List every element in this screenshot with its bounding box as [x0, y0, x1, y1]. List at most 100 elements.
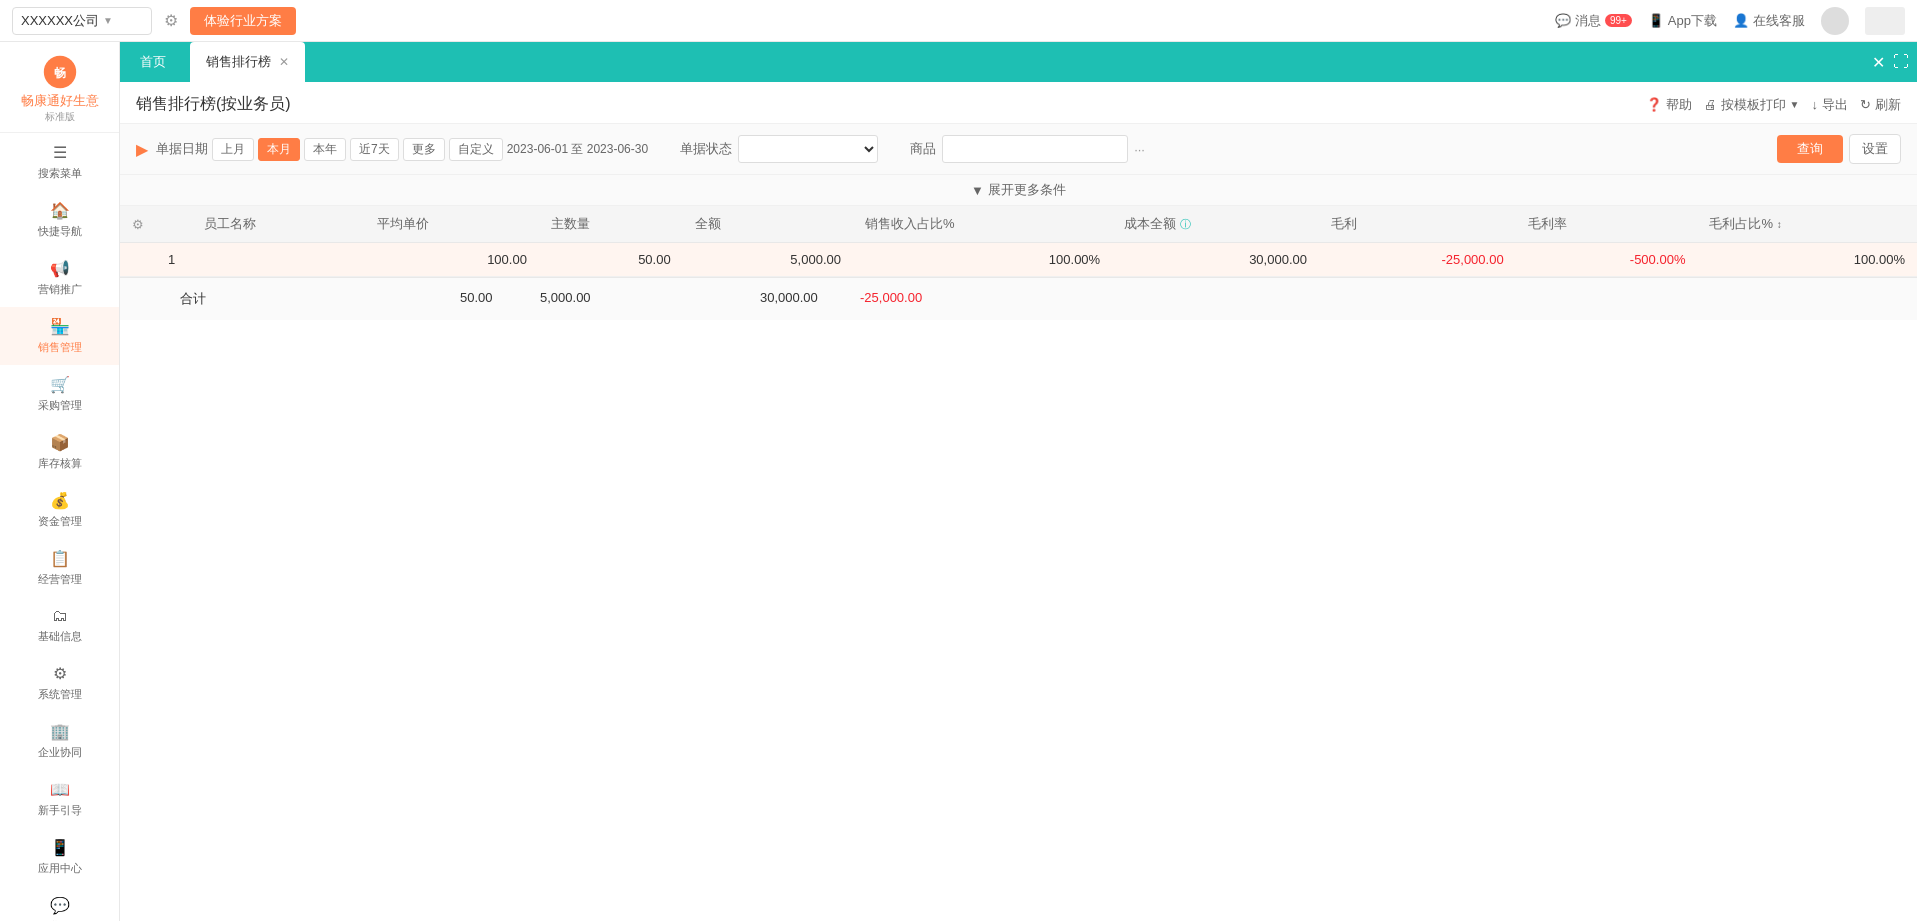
footer-amount: 5,000.00 [528, 286, 628, 312]
corp-label: 企业协同 [38, 745, 82, 760]
query-button[interactable]: 查询 [1777, 135, 1843, 163]
message-badge: 99+ [1605, 14, 1632, 27]
sidebar-item-sales[interactable]: 🏪 销售管理 [0, 307, 119, 365]
sidebar-item-wechat[interactable]: 💬 企业微信 [0, 886, 119, 921]
col-sales-pct: 销售收入占比% [853, 206, 1112, 243]
filter-row-1: ▶ 单据日期 上月 本月 本年 近7天 更多 自定义 2023-06-01 至 … [136, 134, 1901, 164]
print-label: 按模板打印 [1721, 96, 1786, 114]
status-select[interactable] [738, 135, 878, 163]
ops-icon: 📋 [50, 549, 70, 568]
message-icon: 💬 [1555, 13, 1571, 28]
purchase-label: 采购管理 [38, 398, 82, 413]
footer-avg [348, 286, 448, 312]
expand-conditions-row: ▼ 展开更多条件 [120, 175, 1917, 206]
expand-down-icon: ▼ [971, 183, 984, 198]
tab-close-icon[interactable]: ✕ [279, 55, 289, 69]
sidebar-item-inventory[interactable]: 📦 库存核算 [0, 423, 119, 481]
sidebar-item-system[interactable]: ⚙ 系统管理 [0, 654, 119, 712]
date-btn-custom[interactable]: 自定义 [449, 138, 503, 161]
goods-more-icon[interactable]: ··· [1134, 142, 1145, 157]
export-label: 导出 [1822, 96, 1848, 114]
tab-sales-ranking[interactable]: 销售排行榜 ✕ [190, 42, 305, 82]
filter-settings-button[interactable]: 设置 [1849, 134, 1901, 164]
top-bar: XXXXXX公司 ▼ ⚙ 体验行业方案 💬 消息 99+ 📱 App下载 👤 在… [0, 0, 1917, 42]
expand-arrow-icon[interactable]: ▶ [136, 140, 148, 159]
sidebar-item-quick-nav[interactable]: 🏠 快捷导航 [0, 191, 119, 249]
messages-button[interactable]: 💬 消息 99+ [1555, 12, 1632, 30]
date-filter-label: 单据日期 [156, 140, 208, 158]
sidebar: 畅 畅康通好生意 标准版 ☰ 搜索菜单 🏠 快捷导航 📢 营销推广 🏪 销售管理… [0, 42, 120, 921]
tab-minimize-icon[interactable]: ✕ [1872, 53, 1885, 72]
goods-input[interactable] [942, 135, 1128, 163]
sidebar-item-finance[interactable]: 💰 资金管理 [0, 481, 119, 539]
footer-cells: 合计 50.00 5,000.00 30,000.00 -25,000.00 [132, 286, 1905, 312]
company-selector[interactable]: XXXXXX公司 ▼ [12, 7, 152, 35]
tab-home[interactable]: 首页 [120, 42, 186, 82]
sidebar-item-marketing[interactable]: 📢 营销推广 [0, 249, 119, 307]
logo-icon: 畅 [42, 54, 78, 90]
date-btn-more[interactable]: 更多 [403, 138, 445, 161]
col-profit-rate: 毛利率 [1516, 206, 1698, 243]
row-profit-pct: 100.00% [1697, 243, 1917, 277]
row-gear [120, 243, 156, 277]
app-icon: 📱 [1648, 13, 1664, 28]
sidebar-item-guide[interactable]: 📖 新手引导 [0, 770, 119, 828]
row-name [192, 243, 365, 277]
export-button[interactable]: ↓ 导出 [1812, 96, 1849, 114]
print-icon: 🖨 [1704, 97, 1717, 112]
sales-icon: 🏪 [50, 317, 70, 336]
date-btn-last-month[interactable]: 上月 [212, 138, 254, 161]
filter-action-area: 查询 设置 [1777, 134, 1901, 164]
settings-icon[interactable]: ⚙ [160, 7, 182, 34]
print-arrow-icon: ▼ [1790, 99, 1800, 110]
sidebar-item-corp[interactable]: 🏢 企业协同 [0, 712, 119, 770]
status-filter: 单据状态 [680, 135, 878, 163]
tab-home-label: 首页 [140, 53, 166, 71]
sidebar-item-ops[interactable]: 📋 经营管理 [0, 539, 119, 597]
date-btn-this-year[interactable]: 本年 [304, 138, 346, 161]
sidebar-item-appstore[interactable]: 📱 应用中心 [0, 828, 119, 886]
basic-icon: 🗂 [52, 607, 68, 625]
export-icon: ↓ [1812, 97, 1819, 112]
online-service-button[interactable]: 👤 在线客服 [1733, 12, 1805, 30]
tab-bar: 首页 销售排行榜 ✕ ✕ ⛶ [120, 42, 1917, 82]
goods-label: 商品 [910, 140, 936, 158]
tab-fullscreen-icon[interactable]: ⛶ [1893, 53, 1909, 71]
col-amount: 全额 [683, 206, 853, 243]
user-info[interactable] [1865, 7, 1905, 35]
service-label: 在线客服 [1753, 12, 1805, 30]
col-settings[interactable]: ⚙ [120, 206, 156, 243]
sidebar-item-search-order[interactable]: ☰ 搜索菜单 [0, 133, 119, 191]
appstore-icon: 📱 [50, 838, 70, 857]
row-rank: 1 [156, 243, 192, 277]
finance-label: 资金管理 [38, 514, 82, 529]
col-qty: 主数量 [539, 206, 683, 243]
date-btn-this-month[interactable]: 本月 [258, 138, 300, 161]
sidebar-item-purchase[interactable]: 🛒 采购管理 [0, 365, 119, 423]
company-name: XXXXXX公司 [21, 12, 99, 30]
message-label: 消息 [1575, 12, 1601, 30]
print-button[interactable]: 🖨 按模板打印 ▼ [1704, 96, 1800, 114]
content-area: 首页 销售排行榜 ✕ ✕ ⛶ 销售排行榜(按业务员) ❓ 帮助 [120, 42, 1917, 921]
refresh-icon: ↻ [1860, 97, 1871, 112]
guide-icon: 📖 [50, 780, 70, 799]
trial-button[interactable]: 体验行业方案 [190, 7, 296, 35]
guide-label: 新手引导 [38, 803, 82, 818]
system-label: 系统管理 [38, 687, 82, 702]
help-button[interactable]: ❓ 帮助 [1646, 96, 1692, 114]
logo-title: 畅康通好生意 标准版 [21, 92, 99, 124]
footer-profit-pct [1028, 286, 1108, 312]
svg-text:畅: 畅 [54, 66, 66, 79]
row-qty: 50.00 [539, 243, 683, 277]
footer-sales-pct [628, 286, 748, 312]
date-btn-7days[interactable]: 近7天 [350, 138, 399, 161]
system-icon: ⚙ [53, 664, 67, 683]
refresh-button[interactable]: ↻ 刷新 [1860, 96, 1901, 114]
filter-area: ▶ 单据日期 上月 本月 本年 近7天 更多 自定义 2023-06-01 至 … [120, 124, 1917, 175]
col-profit: 毛利 [1319, 206, 1516, 243]
app-download-button[interactable]: 📱 App下载 [1648, 12, 1717, 30]
avatar[interactable] [1821, 7, 1849, 35]
col-cost: 成本全额 ⓘ [1112, 206, 1319, 243]
sidebar-item-basic[interactable]: 🗂 基础信息 [0, 597, 119, 654]
expand-conditions-button[interactable]: ▼ 展开更多条件 [971, 181, 1066, 199]
